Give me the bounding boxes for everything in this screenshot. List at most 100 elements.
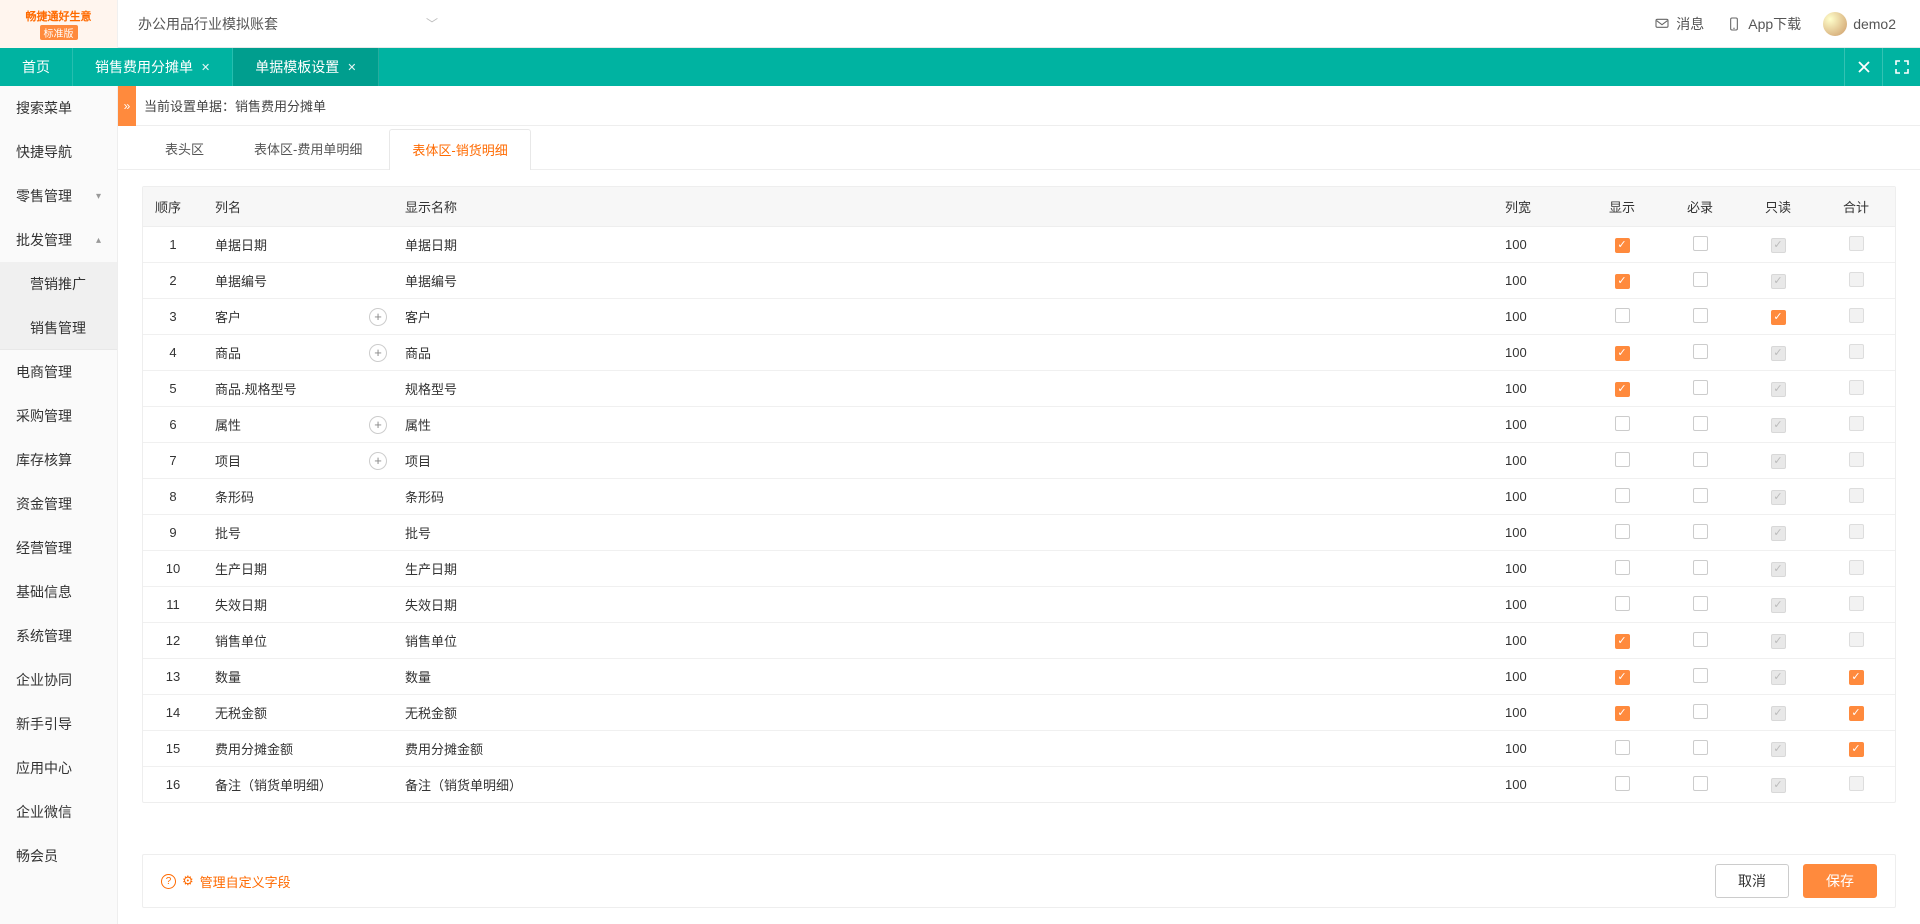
sidebar-item[interactable]: 应用中心 (0, 746, 117, 790)
fullscreen-button[interactable] (1882, 48, 1920, 86)
cell-width[interactable]: 100 (1493, 371, 1583, 407)
sidebar-item[interactable]: 采购管理 (0, 394, 117, 438)
checkbox[interactable] (1693, 524, 1708, 539)
checkbox[interactable] (1693, 452, 1708, 467)
sidebar-item[interactable]: 经营管理 (0, 526, 117, 570)
sidebar-item[interactable]: 批发管理▴ (0, 218, 117, 262)
checkbox[interactable] (1615, 740, 1630, 755)
cell-width[interactable]: 100 (1493, 263, 1583, 299)
cancel-button[interactable]: 取消 (1715, 864, 1789, 898)
cell-width[interactable]: 100 (1493, 407, 1583, 443)
sidebar-item[interactable]: 企业协同 (0, 658, 117, 702)
app-download-button[interactable]: App下载 (1726, 14, 1801, 34)
checkbox[interactable] (1693, 272, 1708, 287)
cell-width[interactable]: 100 (1493, 587, 1583, 623)
close-all-tabs-button[interactable] (1844, 48, 1882, 86)
checkbox[interactable] (1615, 560, 1630, 575)
checkbox[interactable] (1615, 524, 1630, 539)
cell-display[interactable]: 批号 (393, 515, 1493, 551)
checkbox[interactable] (1693, 380, 1708, 395)
checkbox[interactable] (1693, 668, 1708, 683)
close-icon[interactable]: ✕ (201, 61, 210, 74)
save-button[interactable]: 保存 (1803, 864, 1877, 898)
checkbox[interactable] (1693, 596, 1708, 611)
cell-display[interactable]: 无税金额 (393, 695, 1493, 731)
sidebar-item[interactable]: 零售管理▾ (0, 174, 117, 218)
top-tab[interactable]: 首页 (0, 48, 73, 86)
sidebar-item[interactable]: 资金管理 (0, 482, 117, 526)
cell-width[interactable]: 100 (1493, 335, 1583, 371)
cell-display[interactable]: 属性 (393, 407, 1493, 443)
cell-width[interactable]: 100 (1493, 695, 1583, 731)
cell-width[interactable]: 100 (1493, 227, 1583, 263)
checkbox[interactable] (1849, 706, 1864, 721)
top-tab[interactable]: 销售费用分摊单✕ (73, 48, 233, 86)
checkbox[interactable] (1615, 596, 1630, 611)
expand-icon[interactable]: + (369, 308, 387, 326)
checkbox[interactable] (1693, 416, 1708, 431)
cell-width[interactable]: 100 (1493, 731, 1583, 767)
cell-width[interactable]: 100 (1493, 659, 1583, 695)
checkbox[interactable] (1615, 776, 1630, 791)
manage-custom-fields-link[interactable]: ? ⚙ 管理自定义字段 (161, 872, 291, 891)
sidebar-item[interactable]: 新手引导 (0, 702, 117, 746)
cell-width[interactable]: 100 (1493, 299, 1583, 335)
cell-display[interactable]: 销售单位 (393, 623, 1493, 659)
sidebar-item[interactable]: 企业微信 (0, 790, 117, 834)
checkbox[interactable] (1615, 634, 1630, 649)
checkbox[interactable] (1849, 670, 1864, 685)
checkbox[interactable] (1849, 742, 1864, 757)
checkbox[interactable] (1693, 308, 1708, 323)
sidebar-item[interactable]: 库存核算 (0, 438, 117, 482)
checkbox[interactable] (1615, 488, 1630, 503)
checkbox[interactable] (1615, 670, 1630, 685)
cell-display[interactable]: 备注（销货单明细） (393, 767, 1493, 803)
checkbox[interactable] (1615, 382, 1630, 397)
inner-tab[interactable]: 表体区-销货明细 (389, 129, 530, 170)
sidebar-item[interactable]: 基础信息 (0, 570, 117, 614)
top-tab[interactable]: 单据模板设置✕ (233, 48, 379, 86)
cell-width[interactable]: 100 (1493, 443, 1583, 479)
checkbox[interactable] (1693, 704, 1708, 719)
sidebar-subitem[interactable]: 营销推广 (0, 262, 117, 306)
cell-width[interactable]: 100 (1493, 479, 1583, 515)
cell-display[interactable]: 生产日期 (393, 551, 1493, 587)
sidebar-item[interactable]: 系统管理 (0, 614, 117, 658)
sidebar-item[interactable]: 快捷导航 (0, 130, 117, 174)
cell-display[interactable]: 单据编号 (393, 263, 1493, 299)
cell-display[interactable]: 数量 (393, 659, 1493, 695)
cell-display[interactable]: 项目 (393, 443, 1493, 479)
checkbox[interactable] (1693, 740, 1708, 755)
cell-display[interactable]: 规格型号 (393, 371, 1493, 407)
checkbox[interactable] (1615, 346, 1630, 361)
checkbox[interactable] (1615, 452, 1630, 467)
cell-width[interactable]: 100 (1493, 515, 1583, 551)
collapse-handle[interactable]: » (118, 86, 136, 126)
cell-display[interactable]: 单据日期 (393, 227, 1493, 263)
expand-icon[interactable]: + (369, 452, 387, 470)
user-menu[interactable]: demo2 (1823, 12, 1896, 36)
expand-icon[interactable]: + (369, 344, 387, 362)
cell-display[interactable]: 失效日期 (393, 587, 1493, 623)
checkbox[interactable] (1615, 308, 1630, 323)
messages-button[interactable]: 消息 (1654, 14, 1704, 34)
account-selector[interactable]: 办公用品行业模拟账套 ﹀ (118, 14, 458, 34)
checkbox[interactable] (1693, 344, 1708, 359)
cell-display[interactable]: 客户 (393, 299, 1493, 335)
inner-tab[interactable]: 表头区 (142, 128, 227, 169)
sidebar-item[interactable]: 电商管理 (0, 350, 117, 394)
close-icon[interactable]: ✕ (347, 61, 356, 74)
checkbox[interactable] (1693, 236, 1708, 251)
checkbox[interactable] (1615, 238, 1630, 253)
checkbox[interactable] (1693, 632, 1708, 647)
checkbox[interactable] (1693, 776, 1708, 791)
expand-icon[interactable]: + (369, 416, 387, 434)
inner-tab[interactable]: 表体区-费用单明细 (231, 128, 385, 169)
checkbox[interactable] (1615, 416, 1630, 431)
checkbox[interactable] (1771, 310, 1786, 325)
sidebar-subitem[interactable]: 销售管理 (0, 306, 117, 350)
cell-display[interactable]: 条形码 (393, 479, 1493, 515)
cell-width[interactable]: 100 (1493, 767, 1583, 803)
cell-width[interactable]: 100 (1493, 551, 1583, 587)
sidebar-item[interactable]: 畅会员 (0, 834, 117, 878)
